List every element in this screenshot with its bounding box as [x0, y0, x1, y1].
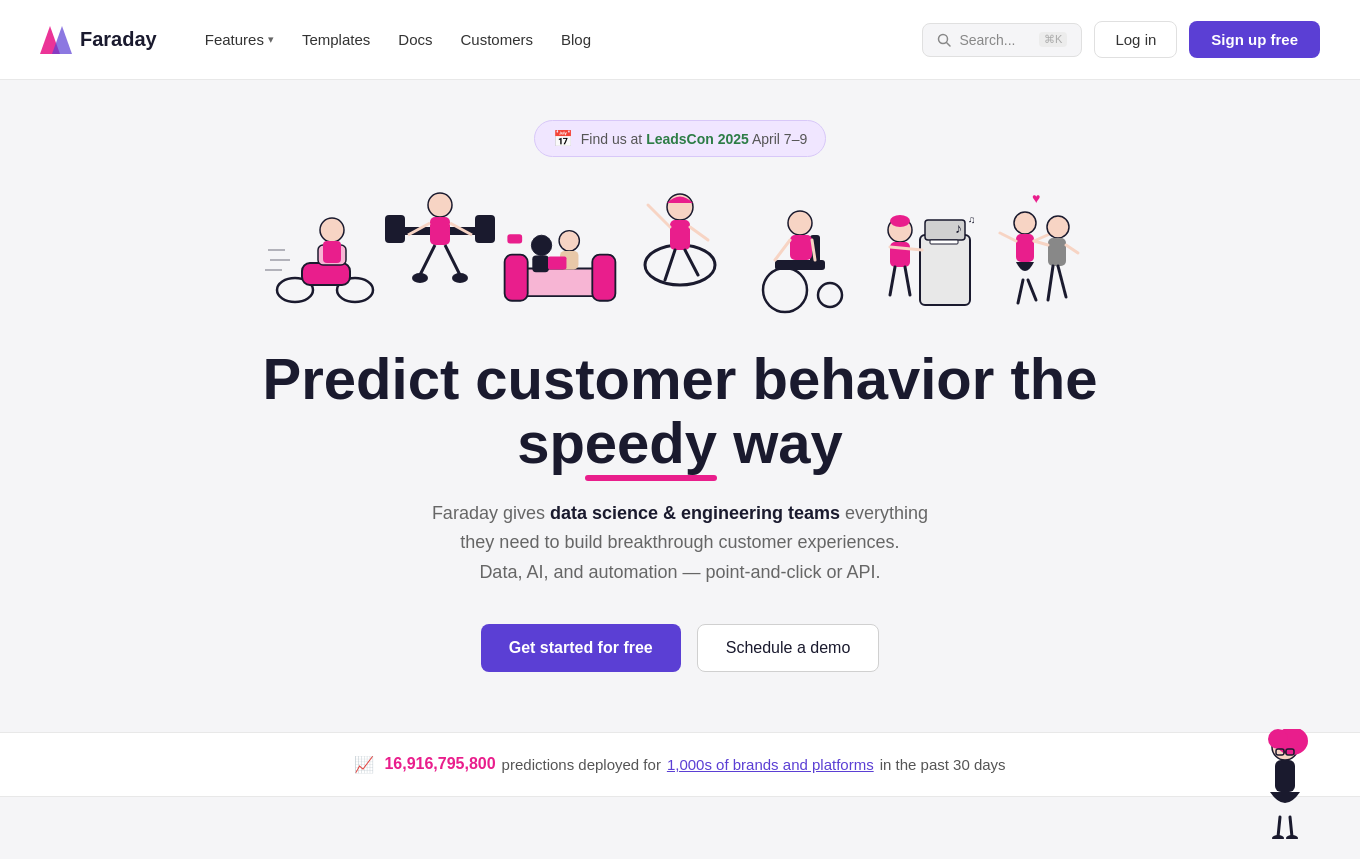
nav-blog[interactable]: Blog — [549, 23, 603, 56]
nav-customers[interactable]: Customers — [448, 23, 545, 56]
svg-rect-15 — [475, 215, 495, 243]
illus-printer: ♪ ♫ — [860, 185, 980, 315]
search-box[interactable]: Search... ⌘K — [922, 23, 1082, 57]
nav-docs[interactable]: Docs — [386, 23, 444, 56]
login-button[interactable]: Log in — [1094, 21, 1177, 58]
calendar-icon: 📅 — [553, 129, 573, 148]
svg-text:♫: ♫ — [968, 214, 976, 225]
nav-left: Faraday Features ▾ Templates Docs — [40, 23, 603, 56]
svg-line-70 — [1048, 266, 1053, 300]
signup-button[interactable]: Sign up free — [1189, 21, 1320, 58]
stats-text-middle: predictions deployed for — [502, 756, 661, 773]
svg-line-18 — [420, 245, 435, 275]
svg-line-71 — [1058, 266, 1066, 297]
svg-line-37 — [690, 227, 708, 240]
navbar: Faraday Features ▾ Templates Docs — [0, 0, 1360, 80]
illus-wheelchair — [740, 185, 860, 315]
svg-rect-53 — [890, 242, 910, 267]
search-placeholder: Search... — [959, 32, 1015, 48]
svg-point-41 — [818, 283, 842, 307]
svg-line-55 — [890, 267, 895, 295]
logo-text: Faraday — [80, 28, 157, 51]
nav-links: Features ▾ Templates Docs Customers — [193, 23, 603, 56]
svg-line-3 — [947, 42, 951, 46]
svg-line-39 — [685, 250, 698, 275]
svg-rect-26 — [592, 255, 615, 301]
svg-rect-14 — [385, 215, 405, 243]
svg-rect-65 — [1048, 238, 1066, 266]
svg-point-44 — [788, 211, 812, 235]
svg-point-81 — [1272, 835, 1284, 839]
svg-point-21 — [452, 273, 468, 283]
illustrations-row: ♪ ♫ ♥ — [230, 185, 1130, 315]
svg-text:♥: ♥ — [1032, 190, 1040, 206]
svg-point-60 — [1014, 212, 1036, 234]
get-started-button[interactable]: Get started for free — [481, 624, 681, 672]
main-content: 📅 Find us at LeadsCon 2025 April 7–9 — [0, 80, 1360, 797]
svg-rect-25 — [505, 255, 528, 301]
svg-line-68 — [1018, 280, 1023, 303]
svg-rect-32 — [548, 256, 566, 269]
svg-point-20 — [412, 273, 428, 283]
hero-headline: Predict customer behavior the speedy way — [230, 347, 1130, 475]
svg-line-79 — [1278, 817, 1280, 837]
illus-dancing-couple: ♥ — [980, 185, 1100, 315]
logo-icon — [40, 26, 72, 54]
logo[interactable]: Faraday — [40, 26, 157, 54]
svg-line-63 — [1000, 233, 1016, 241]
illus-weightlifter — [380, 185, 500, 315]
schedule-demo-button[interactable]: Schedule a demo — [697, 624, 880, 672]
svg-point-82 — [1286, 835, 1298, 839]
hero-subtext: Faraday gives data science & engineering… — [432, 499, 928, 588]
svg-line-69 — [1028, 280, 1036, 300]
svg-rect-50 — [930, 240, 958, 244]
stat-number: 16,916,795,800 — [384, 755, 495, 773]
illus-scooter — [260, 185, 380, 315]
stats-bar: 📈 16,916,795,800 predictions deployed fo… — [0, 732, 1360, 797]
illus-dancer — [620, 185, 740, 315]
svg-line-19 — [445, 245, 460, 275]
stats-text-end: in the past 30 days — [880, 756, 1006, 773]
svg-rect-28 — [532, 256, 549, 273]
svg-point-40 — [763, 268, 807, 312]
svg-rect-17 — [430, 217, 450, 245]
chevron-down-icon: ▾ — [268, 33, 274, 46]
headline-highlight: eedy — [585, 411, 717, 475]
svg-rect-9 — [323, 241, 341, 263]
svg-point-29 — [559, 231, 579, 251]
cta-buttons: Get started for free Schedule a demo — [481, 624, 880, 672]
nav-templates[interactable]: Templates — [290, 23, 382, 56]
svg-line-66 — [1034, 241, 1048, 245]
stats-link[interactable]: 1,000s of brands and platforms — [667, 756, 874, 773]
search-icon — [937, 33, 951, 47]
svg-point-64 — [1047, 216, 1069, 238]
svg-line-56 — [905, 267, 910, 295]
svg-text:♪: ♪ — [955, 220, 962, 236]
banner-text: Find us at LeadsCon 2025 April 7–9 — [581, 131, 807, 147]
svg-point-33 — [645, 245, 715, 285]
svg-rect-35 — [670, 220, 690, 250]
event-banner: 📅 Find us at LeadsCon 2025 April 7–9 — [534, 120, 826, 157]
svg-line-80 — [1290, 817, 1292, 837]
subtext-bold: data science & engineering teams — [550, 503, 840, 523]
svg-line-67 — [1066, 245, 1078, 253]
svg-rect-61 — [1016, 234, 1034, 262]
nav-features[interactable]: Features ▾ — [193, 23, 286, 56]
svg-rect-48 — [920, 235, 970, 305]
svg-rect-6 — [302, 263, 350, 285]
svg-rect-45 — [790, 235, 812, 260]
svg-line-38 — [665, 250, 675, 280]
svg-rect-30 — [507, 234, 522, 243]
svg-point-8 — [320, 218, 344, 242]
svg-point-52 — [890, 215, 910, 227]
svg-point-27 — [531, 235, 551, 255]
illus-couch — [500, 185, 620, 315]
trend-icon: 📈 — [354, 755, 374, 774]
svg-point-16 — [428, 193, 452, 217]
nav-right: Search... ⌘K Log in Sign up free — [922, 21, 1320, 58]
svg-line-46 — [775, 240, 790, 260]
search-kbd: ⌘K — [1039, 32, 1067, 47]
